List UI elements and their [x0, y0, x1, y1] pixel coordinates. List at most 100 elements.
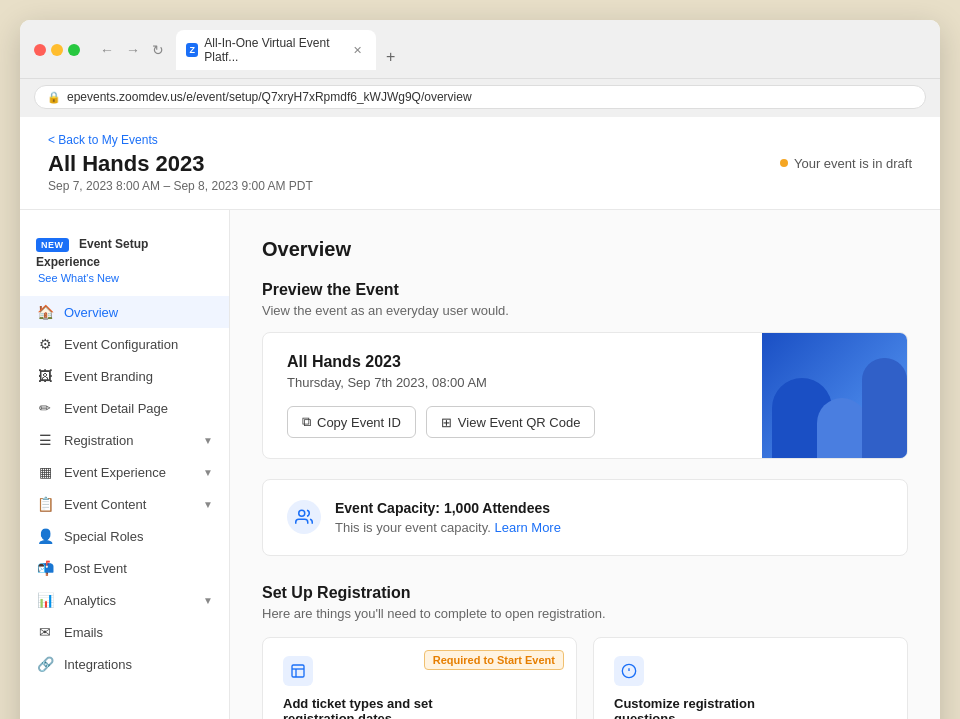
- refresh-button[interactable]: ↻: [148, 40, 168, 60]
- sidebar-item-event-content[interactable]: 📋 Event Content ▼: [20, 488, 229, 520]
- app-header: < Back to My Events All Hands 2023 Sep 7…: [20, 117, 940, 210]
- chevron-down-icon: ▼: [203, 467, 213, 478]
- sidebar-event-branding-label: Event Branding: [64, 369, 153, 384]
- required-badge: Required to Start Event: [424, 650, 564, 670]
- user-icon: 👤: [36, 528, 54, 544]
- sidebar-item-event-detail-page[interactable]: ✏ Event Detail Page: [20, 392, 229, 424]
- view-qr-code-label: View Event QR Code: [458, 415, 581, 430]
- back-button[interactable]: ←: [96, 40, 118, 60]
- view-qr-code-button[interactable]: ⊞ View Event QR Code: [426, 406, 596, 438]
- close-dot[interactable]: [34, 44, 46, 56]
- window-dots: [34, 44, 80, 56]
- ticket-card-icon: [283, 656, 313, 686]
- page-title: Overview: [262, 238, 908, 261]
- preview-event-date: Thursday, Sep 7th 2023, 08:00 AM: [287, 375, 738, 390]
- url-text: epevents.zoomdev.us/e/event/setup/Q7xryH…: [67, 90, 472, 104]
- mail-icon: 📬: [36, 560, 54, 576]
- tab-favicon: Z: [186, 43, 198, 57]
- page-content: Overview Preview the Event View the even…: [230, 210, 940, 719]
- sidebar-post-event-label: Post Event: [64, 561, 127, 576]
- chevron-down-icon: ▼: [203, 499, 213, 510]
- chart-icon: 📊: [36, 592, 54, 608]
- setup-registration-title: Set Up Registration: [262, 584, 908, 602]
- preview-section-subtitle: View the event as an everyday user would…: [262, 303, 908, 318]
- sidebar: NEW Event Setup Experience See What's Ne…: [20, 210, 230, 719]
- sidebar-item-event-experience[interactable]: ▦ Event Experience ▼: [20, 456, 229, 488]
- setup-registration-subtitle: Here are things you'll need to complete …: [262, 606, 908, 621]
- sidebar-integrations-label: Integrations: [64, 657, 132, 672]
- forward-button[interactable]: →: [122, 40, 144, 60]
- questions-card-icon: [614, 656, 644, 686]
- new-badge-section: NEW Event Setup Experience See What's Ne…: [20, 226, 229, 296]
- draft-status-badge: Your event is in draft: [780, 156, 912, 171]
- event-dates: Sep 7, 2023 8:00 AM – Sep 8, 2023 9:00 A…: [48, 179, 313, 193]
- active-tab[interactable]: Z All-In-One Virtual Event Platf... ✕: [176, 30, 376, 70]
- registration-questions-card: Customize registration questions Learn m…: [593, 637, 908, 719]
- sidebar-overview-label: Overview: [64, 305, 118, 320]
- new-tab-button[interactable]: +: [378, 44, 403, 70]
- copy-event-id-label: Copy Event ID: [317, 415, 401, 430]
- envelope-icon: ✉: [36, 624, 54, 640]
- sidebar-item-registration[interactable]: ☰ Registration ▼: [20, 424, 229, 456]
- browser-controls: ← → ↻ Z All-In-One Virtual Event Platf..…: [34, 30, 926, 70]
- list-icon: ☰: [36, 432, 54, 448]
- capacity-icon: [287, 500, 321, 534]
- sidebar-registration-label: Registration: [64, 433, 133, 448]
- tickets-card-title: Add ticket types and set registration da…: [283, 696, 556, 719]
- maximize-dot[interactable]: [68, 44, 80, 56]
- capacity-title: Event Capacity: 1,000 Attendees: [335, 500, 561, 516]
- browser-chrome: ← → ↻ Z All-In-One Virtual Event Platf..…: [20, 20, 940, 79]
- sidebar-event-experience-label: Event Experience: [64, 465, 166, 480]
- see-whats-new-link[interactable]: See What's New: [36, 272, 213, 284]
- browser-nav-buttons: ← → ↻: [96, 40, 168, 60]
- registration-cards-row: Required to Start Event Add ticket types…: [262, 637, 908, 719]
- back-to-my-events-link[interactable]: < Back to My Events: [48, 133, 313, 147]
- sidebar-event-content-label: Event Content: [64, 497, 146, 512]
- copy-event-id-button[interactable]: ⧉ Copy Event ID: [287, 406, 416, 438]
- sidebar-item-event-branding[interactable]: 🖼 Event Branding: [20, 360, 229, 392]
- qr-icon: ⊞: [441, 415, 452, 430]
- tab-label: All-In-One Virtual Event Platf...: [204, 36, 347, 64]
- learn-more-link[interactable]: Learn More: [494, 520, 560, 535]
- svg-rect-1: [292, 665, 304, 677]
- sidebar-item-event-configuration[interactable]: ⚙ Event Configuration: [20, 328, 229, 360]
- gear-icon: ⚙: [36, 336, 54, 352]
- preview-actions: ⧉ Copy Event ID ⊞ View Event QR Code: [287, 406, 738, 438]
- lock-icon: 🔒: [47, 91, 61, 104]
- minimize-dot[interactable]: [51, 44, 63, 56]
- chevron-down-icon: ▼: [203, 595, 213, 606]
- sidebar-item-analytics[interactable]: 📊 Analytics ▼: [20, 584, 229, 616]
- browser-window: ← → ↻ Z All-In-One Virtual Event Platf..…: [20, 20, 940, 719]
- clipboard-icon: 📋: [36, 496, 54, 512]
- sidebar-item-special-roles[interactable]: 👤 Special Roles: [20, 520, 229, 552]
- grid-icon: ▦: [36, 464, 54, 480]
- svg-point-0: [299, 510, 305, 516]
- preview-section-title: Preview the Event: [262, 281, 908, 299]
- address-bar[interactable]: 🔒 epevents.zoomdev.us/e/event/setup/Q7xr…: [34, 85, 926, 109]
- sidebar-item-overview[interactable]: 🏠 Overview: [20, 296, 229, 328]
- preview-event-name: All Hands 2023: [287, 353, 738, 371]
- sidebar-item-emails[interactable]: ✉ Emails: [20, 616, 229, 648]
- sidebar-event-detail-label: Event Detail Page: [64, 401, 168, 416]
- address-bar-row: 🔒 epevents.zoomdev.us/e/event/setup/Q7xr…: [20, 79, 940, 117]
- preview-image: [762, 333, 907, 458]
- sidebar-special-roles-label: Special Roles: [64, 529, 144, 544]
- setup-registration-section: Set Up Registration Here are things you'…: [262, 584, 908, 719]
- app-container: < Back to My Events All Hands 2023 Sep 7…: [20, 117, 940, 719]
- sidebar-item-integrations[interactable]: 🔗 Integrations: [20, 648, 229, 680]
- preview-card-content: All Hands 2023 Thursday, Sep 7th 2023, 0…: [263, 333, 762, 458]
- capacity-description: This is your event capacity. Learn More: [335, 520, 561, 535]
- capacity-card: Event Capacity: 1,000 Attendees This is …: [262, 479, 908, 556]
- preview-shape-3: [862, 358, 907, 458]
- link-icon: 🔗: [36, 656, 54, 672]
- new-badge: NEW: [36, 238, 69, 252]
- pencil-icon: ✏: [36, 400, 54, 416]
- preview-card: All Hands 2023 Thursday, Sep 7th 2023, 0…: [262, 332, 908, 459]
- copy-icon: ⧉: [302, 414, 311, 430]
- draft-dot: [780, 159, 788, 167]
- sidebar-analytics-label: Analytics: [64, 593, 116, 608]
- capacity-info: Event Capacity: 1,000 Attendees This is …: [335, 500, 561, 535]
- tab-close-button[interactable]: ✕: [353, 44, 362, 57]
- chevron-down-icon: ▼: [203, 435, 213, 446]
- sidebar-item-post-event[interactable]: 📬 Post Event: [20, 552, 229, 584]
